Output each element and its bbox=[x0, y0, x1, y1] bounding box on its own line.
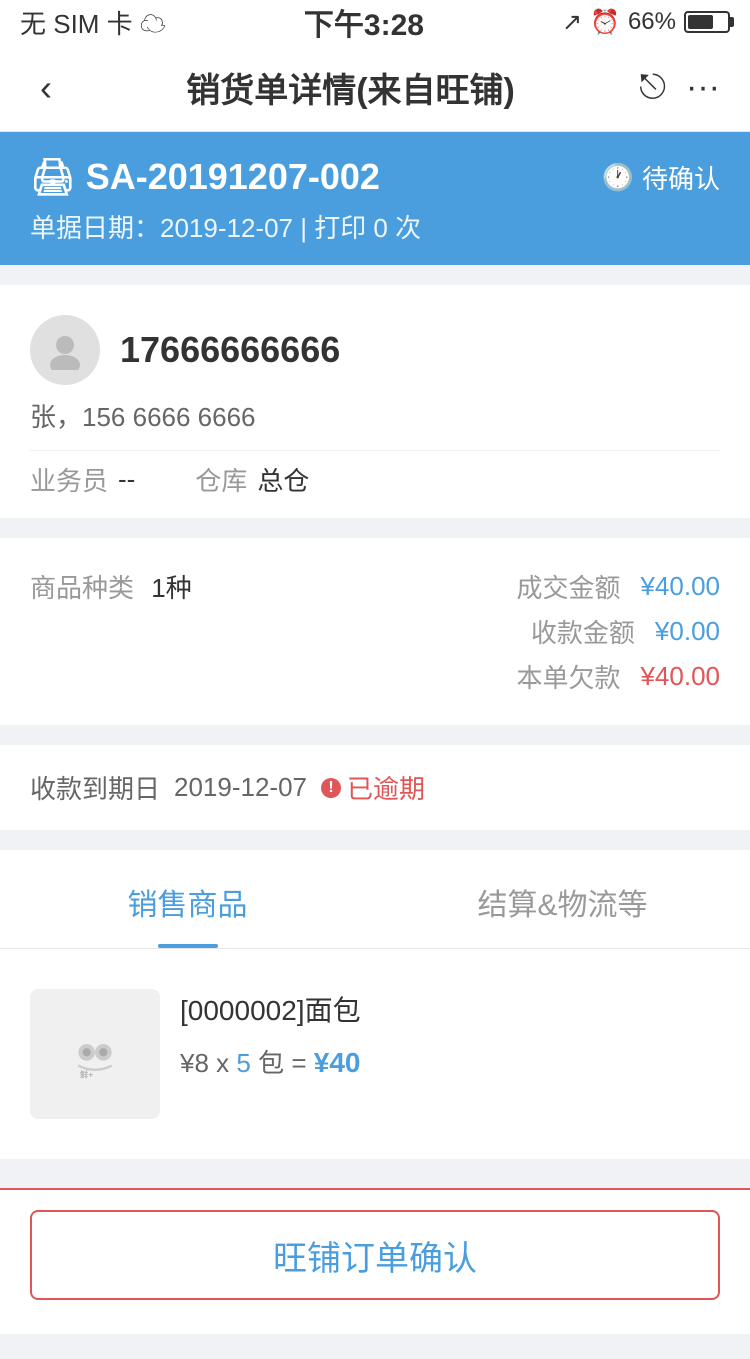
owed-label: 本单欠款 bbox=[516, 658, 620, 695]
status-bar: 无 SIM 卡 ☁ 下午3:28 ↗ ⏰ 66% bbox=[0, 0, 750, 44]
nav-bar: ‹ 销货单详情(来自旺铺) ⎋ ··· bbox=[0, 44, 750, 132]
customer-name: 张，156 6666 6666 bbox=[30, 397, 720, 434]
deal-amount-label: 成交金额 bbox=[516, 568, 620, 605]
customer-phone: 17666666666 bbox=[120, 329, 340, 371]
order-date: 单据日期：2019-12-07 | 打印 0 次 bbox=[30, 208, 720, 245]
product-types-value: 1种 bbox=[151, 573, 191, 603]
product-calc: ¥8 x 5 包 = ¥40 bbox=[180, 1043, 720, 1080]
deal-amount-row: 成交金额 ¥40.00 bbox=[516, 568, 720, 605]
tabs-section: 销售商品 结算&物流等 鲜+ [0000002]面包 ¥8 bbox=[0, 850, 750, 1159]
location-icon: ↗ bbox=[562, 8, 582, 37]
battery-fill bbox=[688, 15, 713, 29]
order-icon: 🖨 bbox=[30, 156, 76, 198]
order-header-top: 🖨 SA-20191207-002 🕐 待确认 bbox=[30, 156, 720, 198]
more-icon[interactable]: ··· bbox=[686, 68, 720, 107]
status-left: 无 SIM 卡 ☁ bbox=[20, 4, 166, 41]
svg-text:鲜+: 鲜+ bbox=[80, 1069, 93, 1079]
customer-top: 17666666666 bbox=[30, 315, 720, 385]
battery-icon bbox=[684, 11, 730, 33]
order-status: 🕐 待确认 bbox=[602, 159, 720, 196]
clock-icon: 🕐 bbox=[602, 162, 634, 193]
bottom-action: 旺铺订单确认 bbox=[0, 1188, 750, 1334]
page-title: 销货单详情(来自旺铺) bbox=[186, 63, 515, 112]
nav-actions: ⎋ ··· bbox=[639, 68, 720, 107]
warehouse-label: 仓库 bbox=[195, 461, 247, 498]
product-thumbnail: 鲜+ bbox=[60, 1029, 130, 1079]
summary-row: 商品种类 1种 成交金额 ¥40.00 收款金额 ¥0.00 本单欠款 ¥40.… bbox=[30, 568, 720, 695]
deal-amount-value: ¥40.00 bbox=[640, 571, 720, 602]
owed-value: ¥40.00 bbox=[640, 661, 720, 692]
salesperson-item: 业务员 -- bbox=[30, 461, 135, 498]
battery-percent: 66% bbox=[628, 8, 676, 36]
customer-section: 17666666666 张，156 6666 6666 业务员 -- 仓库 总仓 bbox=[0, 285, 750, 518]
multiply-sign: x bbox=[216, 1048, 236, 1078]
overdue-badge: ! 已逾期 bbox=[321, 769, 425, 806]
tabs-row: 销售商品 结算&物流等 bbox=[0, 850, 750, 949]
due-date-section: 收款到期日 2019-12-07 ! 已逾期 bbox=[0, 745, 750, 830]
confirm-button[interactable]: 旺铺订单确认 bbox=[30, 1210, 720, 1300]
sim-status: 无 SIM 卡 ☁ bbox=[20, 4, 166, 41]
summary-section: 商品种类 1种 成交金额 ¥40.00 收款金额 ¥0.00 本单欠款 ¥40.… bbox=[0, 538, 750, 725]
received-value: ¥0.00 bbox=[655, 616, 720, 647]
salesperson-label: 业务员 bbox=[30, 461, 108, 498]
product-unit: 包 bbox=[258, 1048, 284, 1078]
tab-products[interactable]: 销售商品 bbox=[0, 850, 375, 948]
summary-left: 商品种类 1种 bbox=[30, 568, 192, 605]
status-time: 下午3:28 bbox=[304, 0, 424, 44]
product-name: [0000002]面包 bbox=[180, 989, 720, 1029]
product-image: 鲜+ bbox=[30, 989, 160, 1119]
product-item: 鲜+ [0000002]面包 ¥8 x 5 包 = ¥40 bbox=[30, 969, 720, 1139]
received-amount-row: 收款金额 ¥0.00 bbox=[531, 613, 720, 650]
product-qty: 5 bbox=[236, 1048, 250, 1078]
due-date-value: 2019-12-07 bbox=[174, 772, 307, 803]
alarm-icon: ⏰ bbox=[590, 8, 620, 37]
back-button[interactable]: ‹ bbox=[30, 57, 62, 119]
customer-meta: 业务员 -- 仓库 总仓 bbox=[30, 451, 720, 498]
avatar bbox=[30, 315, 100, 385]
product-total: ¥40 bbox=[314, 1047, 361, 1078]
order-header-card: 🖨 SA-20191207-002 🕐 待确认 单据日期：2019-12-07 … bbox=[0, 132, 750, 265]
overdue-icon: ! bbox=[321, 778, 341, 798]
product-info: [0000002]面包 ¥8 x 5 包 = ¥40 bbox=[180, 989, 720, 1080]
product-types-label: 商品种类 bbox=[30, 573, 134, 603]
due-date-label: 收款到期日 bbox=[30, 769, 160, 806]
product-price: ¥8 bbox=[180, 1048, 209, 1078]
warehouse-item: 仓库 总仓 bbox=[195, 461, 309, 498]
status-right: ↗ ⏰ 66% bbox=[562, 8, 730, 37]
tab-settlement[interactable]: 结算&物流等 bbox=[375, 850, 750, 948]
equals-sign: = bbox=[291, 1048, 313, 1078]
order-id: 🖨 SA-20191207-002 bbox=[30, 156, 380, 198]
share-icon[interactable]: ⎋ bbox=[639, 68, 666, 107]
received-label: 收款金额 bbox=[531, 613, 635, 650]
salesperson-value: -- bbox=[118, 464, 135, 495]
avatar-icon bbox=[45, 330, 85, 370]
owed-amount-row: 本单欠款 ¥40.00 bbox=[516, 658, 720, 695]
warehouse-value: 总仓 bbox=[257, 461, 309, 498]
product-list: 鲜+ [0000002]面包 ¥8 x 5 包 = ¥40 bbox=[0, 949, 750, 1159]
summary-right: 成交金额 ¥40.00 收款金额 ¥0.00 本单欠款 ¥40.00 bbox=[516, 568, 720, 695]
overdue-label: 已逾期 bbox=[347, 769, 425, 806]
